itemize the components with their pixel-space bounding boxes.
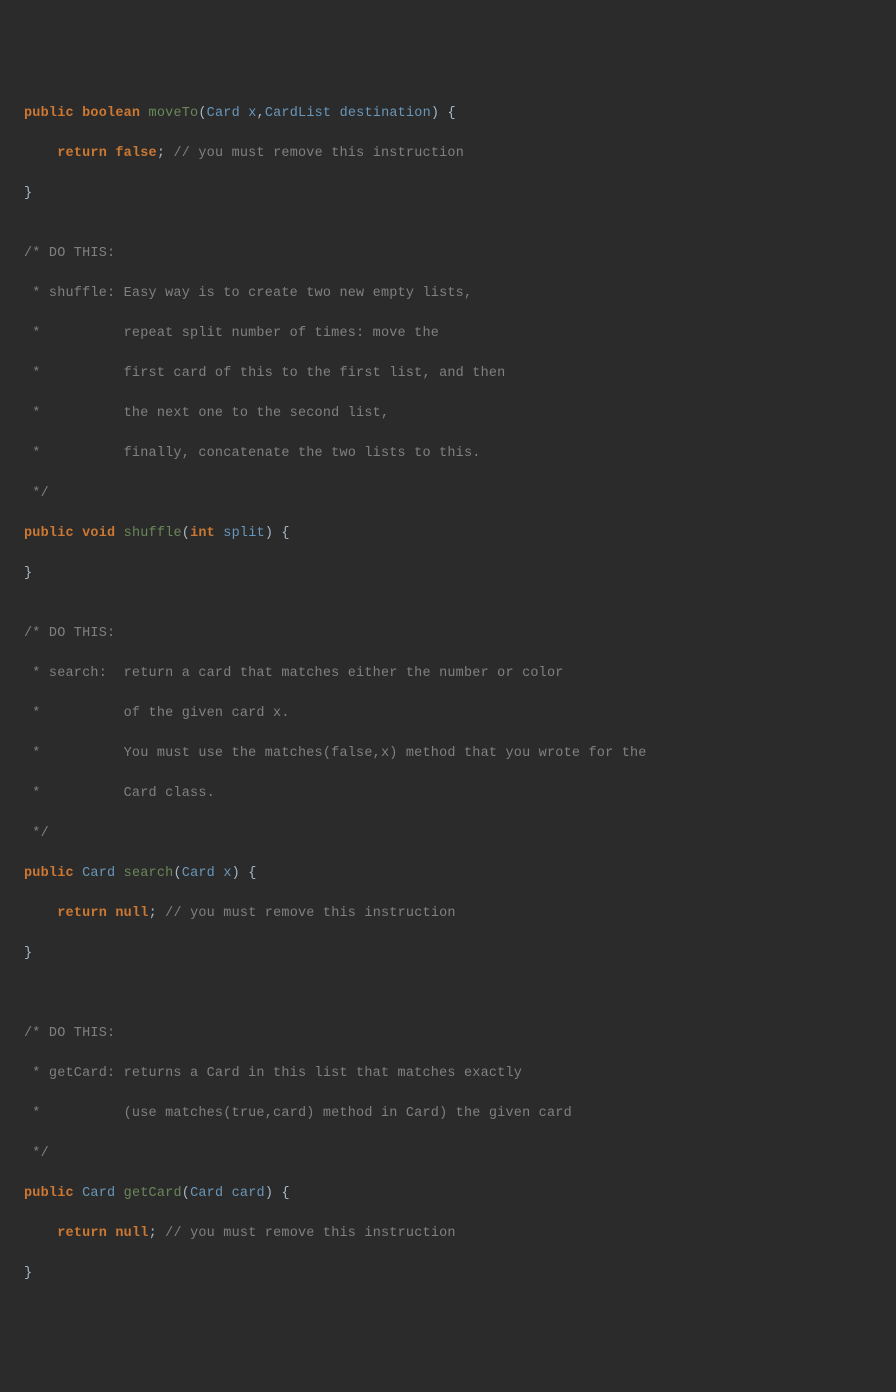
type-card: Card xyxy=(82,866,115,881)
type-card: Card xyxy=(82,1186,115,1201)
type-card: Card xyxy=(190,1186,223,1201)
keyword-public: public xyxy=(24,526,74,541)
comment-line: /* DO THIS: xyxy=(4,244,892,264)
indent xyxy=(24,1226,57,1241)
type-card: Card xyxy=(207,106,240,121)
comment-line: */ xyxy=(4,1144,892,1164)
method-shuffle: shuffle xyxy=(124,526,182,541)
brace-open: { xyxy=(439,106,456,121)
keyword-void: void xyxy=(82,526,115,541)
param-x: x xyxy=(248,106,256,121)
type-cardlist: CardList xyxy=(265,106,331,121)
comment-line: * of the given card x. xyxy=(4,704,892,724)
code-line: public Card search(Card x) { xyxy=(4,864,892,884)
paren-open: ( xyxy=(173,866,181,881)
code-line: return null; // you must remove this ins… xyxy=(4,904,892,924)
code-line: } xyxy=(4,1264,892,1284)
paren-close: ) xyxy=(232,866,240,881)
comment-line: * You must use the matches(false,x) meth… xyxy=(4,744,892,764)
code-block: public boolean moveTo(Card x,CardList de… xyxy=(4,84,892,1304)
keyword-public: public xyxy=(24,866,74,881)
comment-line: */ xyxy=(4,484,892,504)
keyword-boolean: boolean xyxy=(82,106,140,121)
type-card: Card xyxy=(182,866,215,881)
comment-remove: // you must remove this instruction xyxy=(165,146,464,161)
comment-line: * the next one to the second list, xyxy=(4,404,892,424)
semicolon: ; xyxy=(149,1226,157,1241)
comment-line: * finally, concatenate the two lists to … xyxy=(4,444,892,464)
param-split: split xyxy=(223,526,265,541)
comment-line: * search: return a card that matches eit… xyxy=(4,664,892,684)
keyword-public: public xyxy=(24,1186,74,1201)
code-line: return false; // you must remove this in… xyxy=(4,144,892,164)
code-line: public boolean moveTo(Card x,CardList de… xyxy=(4,104,892,124)
keyword-return: return xyxy=(57,1226,107,1241)
comment-remove: // you must remove this instruction xyxy=(157,1226,456,1241)
keyword-false: false xyxy=(115,146,157,161)
brace-open: { xyxy=(273,526,290,541)
brace-close: } xyxy=(24,1266,32,1281)
keyword-int: int xyxy=(190,526,215,541)
brace-close: } xyxy=(24,566,32,581)
indent xyxy=(24,906,57,921)
space xyxy=(107,1226,115,1241)
comment-line: * Card class. xyxy=(4,784,892,804)
paren-open: ( xyxy=(198,106,206,121)
paren-close: ) xyxy=(265,526,273,541)
comma: , xyxy=(257,106,265,121)
keyword-return: return xyxy=(57,146,107,161)
paren-open: ( xyxy=(182,526,190,541)
code-line: } xyxy=(4,944,892,964)
paren-close: ) xyxy=(265,1186,273,1201)
keyword-public: public xyxy=(24,106,74,121)
param-destination: destination xyxy=(340,106,431,121)
brace-open: { xyxy=(240,866,257,881)
method-getCard: getCard xyxy=(124,1186,182,1201)
code-line: public void shuffle(int split) { xyxy=(4,524,892,544)
indent xyxy=(24,146,57,161)
comment-line: * getCard: returns a Card in this list t… xyxy=(4,1064,892,1084)
paren-close: ) xyxy=(431,106,439,121)
comment-line: /* DO THIS: xyxy=(4,624,892,644)
comment-remove: // you must remove this instruction xyxy=(157,906,456,921)
param-x: x xyxy=(223,866,231,881)
brace-close: } xyxy=(24,946,32,961)
semicolon: ; xyxy=(157,146,165,161)
comment-line: * repeat split number of times: move the xyxy=(4,324,892,344)
method-moveTo: moveTo xyxy=(149,106,199,121)
space xyxy=(107,906,115,921)
code-line: public Card getCard(Card card) { xyxy=(4,1184,892,1204)
brace-open: { xyxy=(273,1186,290,1201)
code-line: } xyxy=(4,564,892,584)
comment-line: /* DO THIS: xyxy=(4,1024,892,1044)
param-card: card xyxy=(232,1186,265,1201)
comment-line: * shuffle: Easy way is to create two new… xyxy=(4,284,892,304)
semicolon: ; xyxy=(149,906,157,921)
paren-open: ( xyxy=(182,1186,190,1201)
comment-line: * (use matches(true,card) method in Card… xyxy=(4,1104,892,1124)
code-line: } xyxy=(4,184,892,204)
brace-close: } xyxy=(24,186,32,201)
method-search: search xyxy=(124,866,174,881)
keyword-return: return xyxy=(57,906,107,921)
comment-line: */ xyxy=(4,824,892,844)
keyword-null: null xyxy=(115,906,148,921)
keyword-null: null xyxy=(115,1226,148,1241)
comment-line: * first card of this to the first list, … xyxy=(4,364,892,384)
code-line: return null; // you must remove this ins… xyxy=(4,1224,892,1244)
